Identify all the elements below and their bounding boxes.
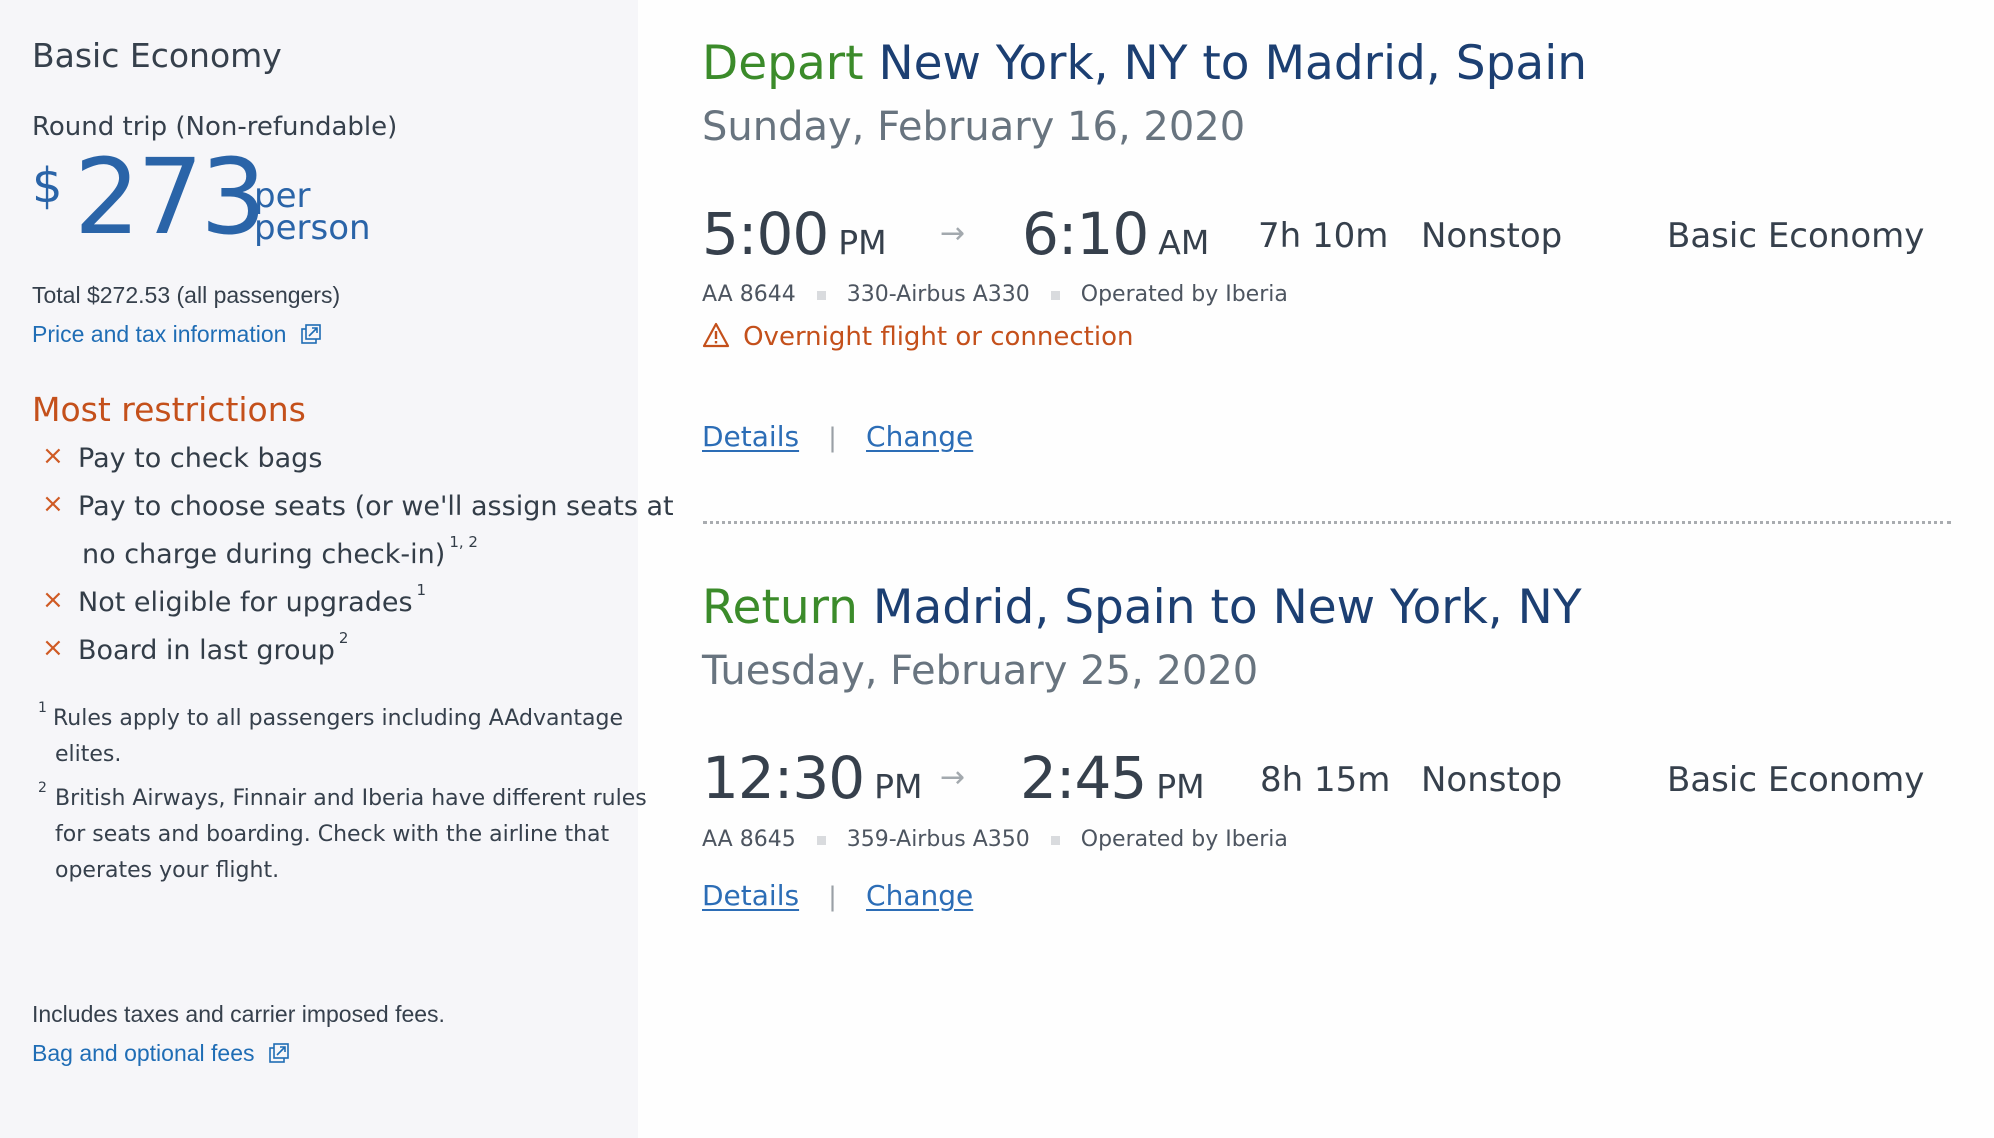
arrow-right-icon: → (940, 760, 966, 795)
change-link[interactable]: Change (866, 879, 973, 912)
direction-label: Depart (702, 36, 864, 91)
section-divider (703, 521, 1951, 524)
footnote-ref: 1, 2 (449, 533, 478, 551)
operator: Operated by Iberia (1080, 282, 1288, 307)
separator-dot (1050, 290, 1060, 300)
x-mark-icon: × (42, 489, 64, 519)
arrive-time: 6:10 AM (1022, 200, 1209, 268)
warning-text: Overnight flight or connection (743, 322, 1134, 352)
footnote-text: British Airways, Finnair and Iberia have… (55, 786, 647, 811)
link-separator: | (828, 882, 837, 912)
aircraft: 330-Airbus A330 (846, 282, 1030, 307)
bag-fees-link-row[interactable]: Bag and optional fees (32, 1040, 290, 1067)
price-tax-link[interactable]: Price and tax information (32, 321, 286, 347)
duration-minutes: 15m (1314, 760, 1391, 800)
duration: 8h 15m (1260, 760, 1390, 800)
total-price: Total $272.53 (all passengers) (32, 282, 341, 308)
link-separator: | (828, 423, 837, 453)
change-link[interactable]: Change (866, 420, 973, 453)
footnote-ref: 1 (416, 581, 427, 599)
x-mark-icon: × (42, 585, 64, 615)
direction-label: Return (702, 580, 858, 635)
x-mark-icon: × (42, 633, 64, 663)
separator-dot (816, 835, 826, 845)
restriction-text: Not eligible for upgrades (78, 587, 413, 618)
currency-symbol: $ (32, 158, 63, 214)
duration-hours: 7h (1258, 216, 1302, 256)
arrow-right-icon: → (940, 216, 966, 251)
x-mark-icon: × (42, 441, 64, 471)
restriction-text: Pay to check bags (78, 443, 323, 474)
footnote-text: elites. (55, 742, 122, 767)
route-label: Madrid, Spain to New York, NY (872, 580, 1582, 635)
ampm: PM (874, 767, 923, 806)
fare-name: Basic Economy (32, 36, 282, 75)
flight-meta: AA 8644 330-Airbus A330 Operated by Iber… (702, 282, 1288, 307)
flight-actions: Details | Change (702, 879, 973, 912)
bag-fees-link[interactable]: Bag and optional fees (32, 1040, 255, 1066)
cabin-class: Basic Economy (1667, 216, 1925, 256)
footnote-text: for seats and boarding. Check with the a… (55, 822, 610, 847)
stops: Nonstop (1421, 760, 1563, 800)
duration-minutes: 10m (1312, 216, 1389, 256)
arrive-time: 2:45 PM (1020, 744, 1205, 812)
duration: 7h 10m (1258, 216, 1388, 256)
includes-note: Includes taxes and carrier imposed fees. (32, 1001, 445, 1027)
flight-title: Depart New York, NY to Madrid, Spain (702, 36, 1587, 91)
time-value: 6:10 (1022, 200, 1149, 268)
ampm: AM (1158, 223, 1210, 262)
person-label: person (254, 208, 371, 248)
aircraft: 359-Airbus A350 (846, 827, 1030, 852)
flight-number: AA 8644 (702, 282, 796, 307)
flight-date: Tuesday, February 25, 2020 (702, 648, 1259, 694)
time-value: 2:45 (1020, 744, 1147, 812)
footnote-text: Rules apply to all passengers including … (53, 706, 624, 731)
flight-number: AA 8645 (702, 827, 796, 852)
flight-title: Return Madrid, Spain to New York, NY (702, 580, 1582, 635)
route-label: New York, NY to Madrid, Spain (878, 36, 1588, 91)
operator: Operated by Iberia (1080, 827, 1288, 852)
footnote-ref: 2 (338, 629, 349, 647)
restriction-text: no charge during check-in) (82, 539, 446, 570)
depart-time: 12:30 PM (702, 744, 923, 812)
price-amount: 273 (74, 136, 267, 258)
overnight-warning: Overnight flight or connection (702, 322, 1133, 352)
restriction-text: Board in last group (78, 635, 335, 666)
fare-summary-panel: Basic Economy Round trip (Non-refundable… (0, 0, 674, 1138)
footnote-number: 2 (38, 780, 47, 796)
time-value: 12:30 (702, 744, 865, 812)
ampm: PM (1156, 767, 1205, 806)
external-link-icon (300, 324, 321, 344)
duration-hours: 8h (1260, 760, 1304, 800)
cabin-class: Basic Economy (1667, 760, 1925, 800)
details-link[interactable]: Details (702, 879, 799, 912)
stops: Nonstop (1421, 216, 1563, 256)
flight-date: Sunday, February 16, 2020 (702, 104, 1246, 150)
restriction-item-continued: no charge during check-in) 1, 2 (82, 533, 478, 570)
price-tax-link-row[interactable]: Price and tax information (32, 321, 322, 348)
flight-meta: AA 8645 359-Airbus A350 Operated by Iber… (702, 827, 1288, 852)
separator-dot (1050, 835, 1060, 845)
separator-dot (816, 290, 826, 300)
details-link[interactable]: Details (702, 420, 799, 453)
restrictions-title: Most restrictions (32, 390, 306, 429)
external-link-icon (268, 1043, 289, 1063)
footnote-number: 1 (38, 700, 47, 716)
depart-time: 5:00 PM (702, 200, 887, 268)
footnote-text: operates your flight. (55, 858, 280, 883)
restriction-text: Pay to choose seats (or we'll assign sea… (78, 491, 674, 522)
time-value: 5:00 (702, 200, 829, 268)
warning-triangle-icon (702, 322, 730, 348)
ampm: PM (838, 223, 887, 262)
flight-actions: Details | Change (702, 420, 973, 453)
